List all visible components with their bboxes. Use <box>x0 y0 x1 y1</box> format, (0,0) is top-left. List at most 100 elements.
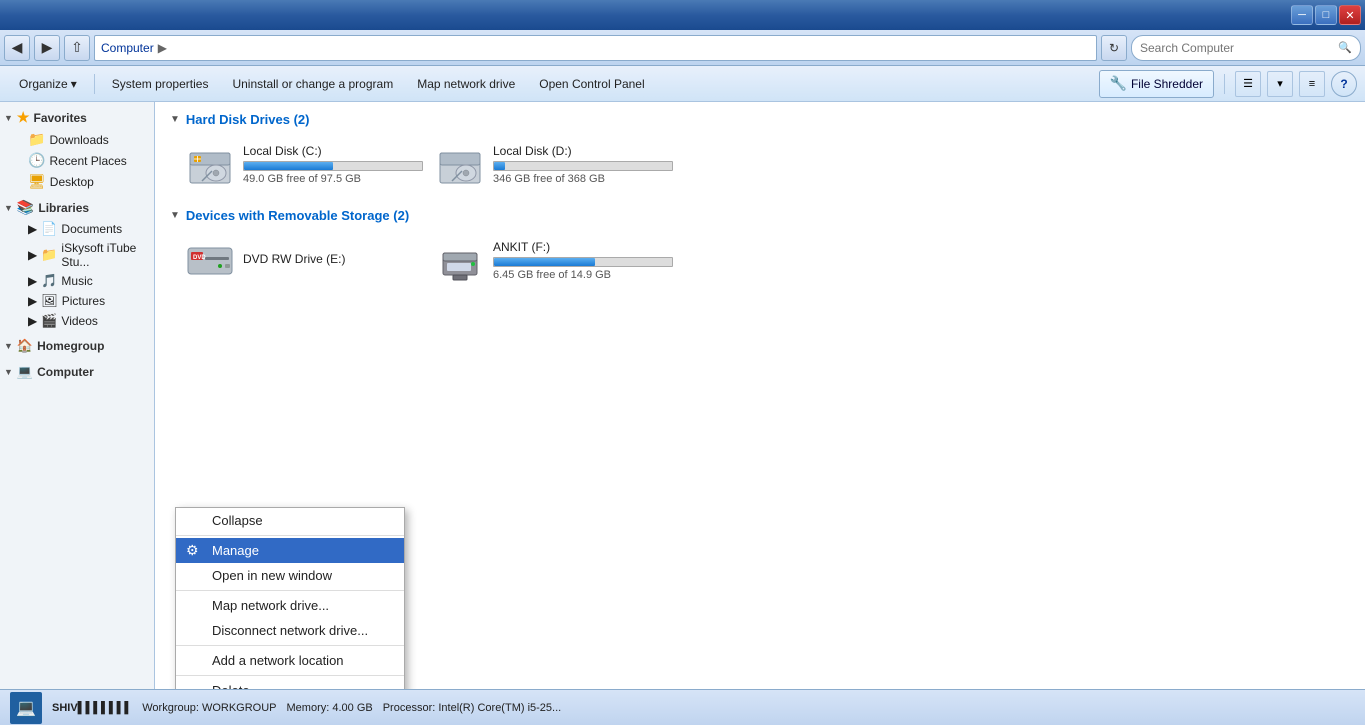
music-label: Music <box>61 274 92 288</box>
libraries-section: ▼ 📚 Libraries ▶ 📄 Documents ▶ 📁 iSkysoft… <box>0 196 154 331</box>
drive-f-item[interactable]: ANKIT (F:) 6.45 GB free of 14.9 GB <box>430 233 670 288</box>
drive-c-icon <box>186 143 234 187</box>
status-computer-icon: 💻 <box>10 692 42 724</box>
removable-header[interactable]: ▼ Devices with Removable Storage (2) <box>170 208 1350 223</box>
organize-button[interactable]: Organize ▾ <box>8 70 88 98</box>
minimize-button[interactable]: ─ <box>1291 5 1313 25</box>
hard-disk-header[interactable]: ▼ Hard Disk Drives (2) <box>170 112 1350 127</box>
forward-button[interactable]: ▶ <box>34 35 60 61</box>
ctx-manage[interactable]: ⚙ Manage <box>176 538 404 563</box>
help-button[interactable]: ? <box>1331 71 1357 97</box>
drive-c-icon-wrap <box>185 142 235 187</box>
view-large-button[interactable]: ▾ <box>1267 71 1293 97</box>
drive-c-info: Local Disk (C:) 49.0 GB free of 97.5 GB <box>243 144 423 185</box>
context-menu: Collapse ⚙ Manage Open in new window Map… <box>175 507 405 689</box>
toolbar-separator-2 <box>1224 74 1225 94</box>
sidebar-item-downloads[interactable]: 📁 Downloads <box>0 129 154 150</box>
iskysoft-icon: 📁 <box>41 247 57 263</box>
drive-e-item[interactable]: DVD DVD RW Drive (E:) <box>180 233 420 288</box>
drive-c-bar-bg <box>243 161 423 171</box>
homegroup-icon: 🏠 <box>17 338 33 354</box>
main-layout: ▼ ★ Favorites 📁 Downloads 🕒 Recent Place… <box>0 102 1365 689</box>
ctx-divider-4 <box>176 675 404 676</box>
drive-c-name: Local Disk (C:) <box>243 144 423 158</box>
hard-drives-grid: Local Disk (C:) 49.0 GB free of 97.5 GB <box>170 137 1350 192</box>
downloads-label: Downloads <box>49 133 108 147</box>
drive-f-icon-wrap <box>435 238 485 283</box>
sidebar-item-recent-places[interactable]: 🕒 Recent Places <box>0 150 154 171</box>
libraries-header[interactable]: ▼ 📚 Libraries <box>0 196 154 219</box>
details-view-button[interactable]: ≡ <box>1299 71 1325 97</box>
computer-icon: 💻 <box>17 364 33 380</box>
computer-expand-icon: ▼ <box>4 367 13 377</box>
ctx-divider-2 <box>176 590 404 591</box>
refresh-button[interactable]: ↻ <box>1101 35 1127 61</box>
status-bar: 💻 SHIV▌▌▌▌▌▌▌ Workgroup: WORKGROUP Memor… <box>0 689 1365 725</box>
libraries-expand-icon: ▼ <box>4 203 13 213</box>
homegroup-header[interactable]: ▼ 🏠 Homegroup <box>0 335 154 357</box>
file-shredder-button[interactable]: 🔧 File Shredder <box>1099 70 1214 98</box>
computer-section: ▼ 💻 Computer <box>0 361 154 383</box>
favorites-label: Favorites <box>33 111 86 125</box>
drive-d-info: Local Disk (D:) 346 GB free of 368 GB <box>493 144 673 185</box>
drive-c-item[interactable]: Local Disk (C:) 49.0 GB free of 97.5 GB <box>180 137 420 192</box>
maximize-button[interactable]: □ <box>1315 5 1337 25</box>
map-network-button[interactable]: Map network drive <box>406 70 526 98</box>
favorites-star-icon: ★ <box>17 109 30 126</box>
computer-label: Computer <box>37 365 94 379</box>
favorites-expand-icon: ▼ <box>4 113 13 123</box>
address-bar: ◀ ▶ ⇧ Computer ▶ ↻ 🔍 <box>0 30 1365 66</box>
manage-icon: ⚙ <box>186 542 199 559</box>
recent-places-label: Recent Places <box>49 154 126 168</box>
homegroup-label: Homegroup <box>37 339 104 353</box>
iskysoft-label: iSkysoft iTube Stu... <box>61 241 146 269</box>
sidebar-item-iskysoft[interactable]: ▶ 📁 iSkysoft iTube Stu... <box>0 239 154 271</box>
removable-title: Devices with Removable Storage (2) <box>186 208 409 223</box>
system-properties-button[interactable]: System properties <box>101 70 220 98</box>
ctx-disconnect[interactable]: Disconnect network drive... <box>176 618 404 643</box>
drive-f-bar-bg <box>493 257 673 267</box>
up-button[interactable]: ⇧ <box>64 35 90 61</box>
ctx-collapse[interactable]: Collapse <box>176 508 404 533</box>
sidebar-item-pictures[interactable]: ▶ 🖼 Pictures <box>0 291 154 311</box>
title-bar: ─ □ ✕ <box>0 0 1365 30</box>
search-input[interactable] <box>1140 41 1334 55</box>
ctx-add-network[interactable]: Add a network location <box>176 648 404 673</box>
sidebar: ▼ ★ Favorites 📁 Downloads 🕒 Recent Place… <box>0 102 155 689</box>
ctx-divider-1 <box>176 535 404 536</box>
path-computer: Computer <box>101 41 154 55</box>
svg-text:DVD: DVD <box>193 255 206 261</box>
open-control-panel-button[interactable]: Open Control Panel <box>528 70 655 98</box>
back-button[interactable]: ◀ <box>4 35 30 61</box>
iskysoft-expand-icon: ▶ <box>28 248 37 262</box>
sidebar-item-desktop[interactable]: 🖥 Desktop <box>0 171 154 192</box>
videos-icon: 🎬 <box>41 313 57 329</box>
removable-collapse-icon: ▼ <box>170 210 180 221</box>
computer-header[interactable]: ▼ 💻 Computer <box>0 361 154 383</box>
drive-e-name: DVD RW Drive (E:) <box>243 252 415 266</box>
ctx-delete[interactable]: Delete <box>176 678 404 689</box>
drive-d-bar-bg <box>493 161 673 171</box>
drive-d-item[interactable]: Local Disk (D:) 346 GB free of 368 GB <box>430 137 670 192</box>
ctx-map-network[interactable]: Map network drive... <box>176 593 404 618</box>
view-options-button[interactable]: ☰ <box>1235 71 1261 97</box>
ctx-open-new-window[interactable]: Open in new window <box>176 563 404 588</box>
close-button[interactable]: ✕ <box>1339 5 1361 25</box>
sidebar-item-music[interactable]: ▶ 🎵 Music <box>0 271 154 291</box>
uninstall-button[interactable]: Uninstall or change a program <box>221 70 404 98</box>
drive-d-space: 346 GB free of 368 GB <box>493 173 673 185</box>
drive-d-bar-fill <box>494 162 505 170</box>
favorites-header[interactable]: ▼ ★ Favorites <box>0 106 154 129</box>
favorites-section: ▼ ★ Favorites 📁 Downloads 🕒 Recent Place… <box>0 106 154 192</box>
drive-f-info: ANKIT (F:) 6.45 GB free of 14.9 GB <box>493 240 673 281</box>
address-path[interactable]: Computer ▶ <box>94 35 1097 61</box>
status-workgroup: Workgroup: WORKGROUP <box>142 702 276 714</box>
search-box[interactable]: 🔍 <box>1131 35 1361 61</box>
homegroup-section: ▼ 🏠 Homegroup <box>0 335 154 357</box>
sidebar-item-videos[interactable]: ▶ 🎬 Videos <box>0 311 154 331</box>
pictures-expand-icon: ▶ <box>28 294 37 308</box>
sidebar-item-documents[interactable]: ▶ 📄 Documents <box>0 219 154 239</box>
documents-label: Documents <box>61 222 122 236</box>
downloads-folder-icon: 📁 <box>28 131 45 148</box>
drive-f-space: 6.45 GB free of 14.9 GB <box>493 269 673 281</box>
